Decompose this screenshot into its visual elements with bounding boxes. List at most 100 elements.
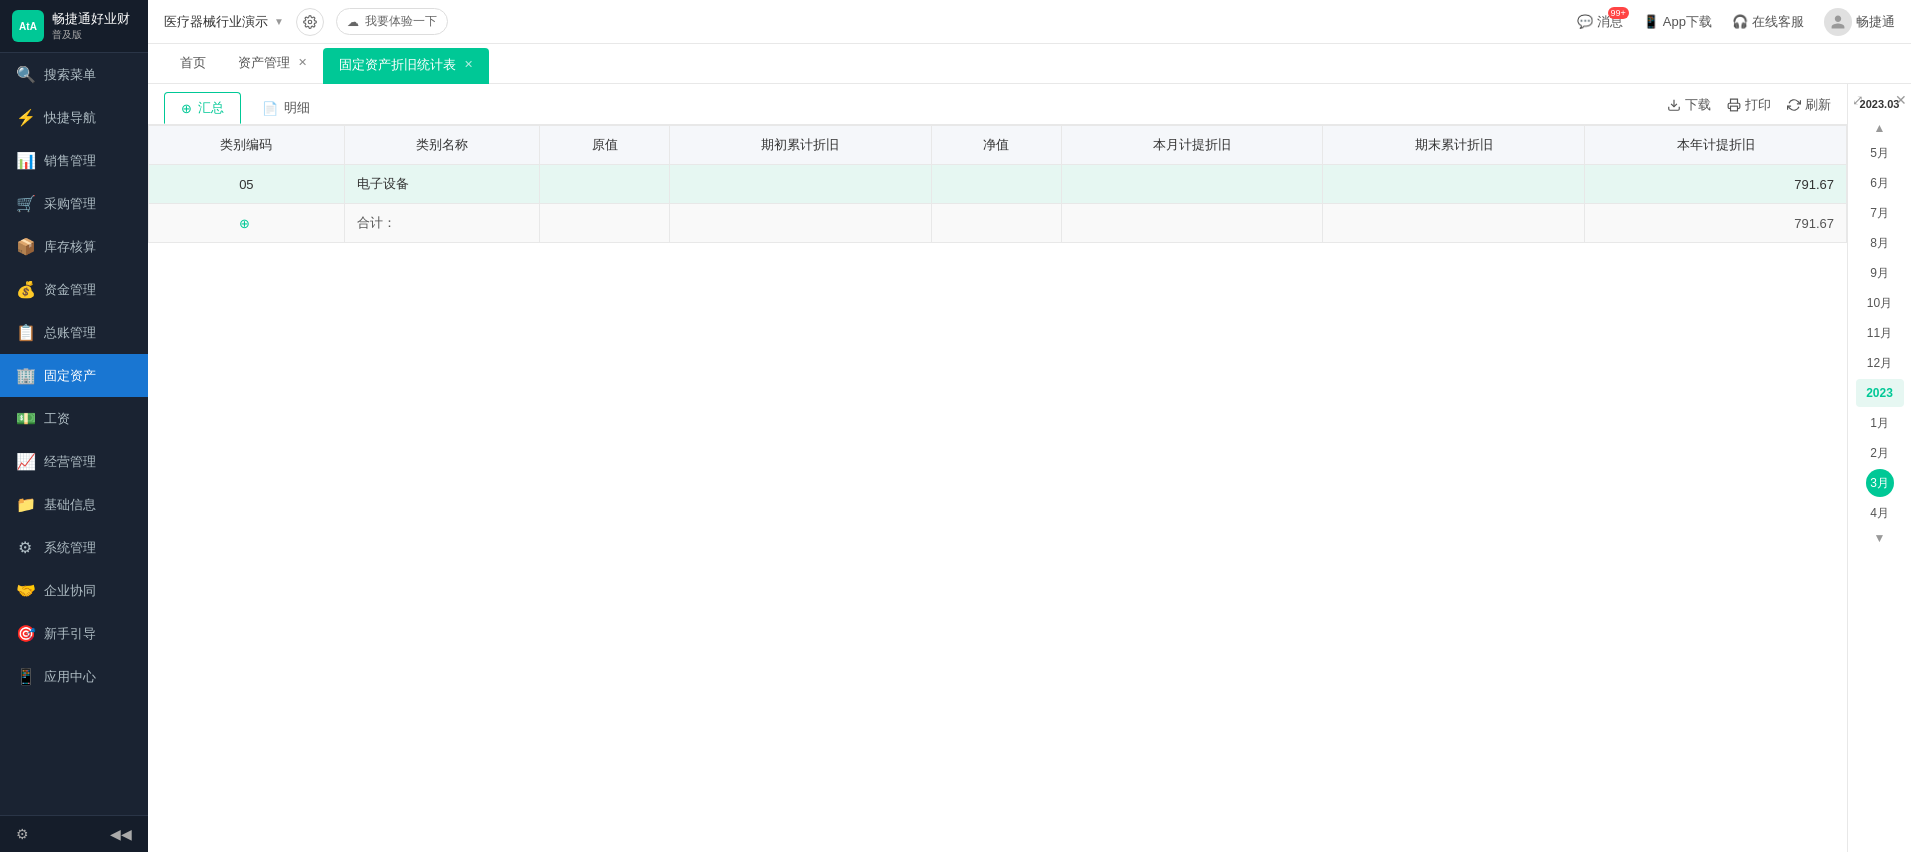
cell-original-value bbox=[540, 165, 670, 204]
tab-asset-manage[interactable]: 资产管理 ✕ bbox=[222, 44, 323, 84]
tab-depreciation-label: 固定资产折旧统计表 bbox=[339, 56, 456, 74]
sidebar-item-search[interactable]: 🔍 搜索菜单 bbox=[0, 53, 148, 96]
sidebar-item-sales[interactable]: 📊 销售管理 bbox=[0, 139, 148, 182]
total-annual-depr: 791.67 bbox=[1585, 204, 1847, 243]
topbar-right: 💬 消息 99+ 📱 App下载 🎧 在线客服 畅捷通 bbox=[1577, 8, 1895, 36]
sidebar-item-label: 总账管理 bbox=[44, 324, 96, 342]
appstore-icon: 📱 bbox=[16, 667, 34, 686]
page-content: ⊕ 汇总 📄 明细 下载 打印 bbox=[148, 84, 1911, 852]
sidebar-item-operations[interactable]: 📈 经营管理 bbox=[0, 440, 148, 483]
col-code: 类别编码 bbox=[149, 126, 345, 165]
calendar-nav-down[interactable]: ▼ bbox=[1870, 528, 1890, 548]
sidebar-logo: AtA 畅捷通好业财 普及版 bbox=[0, 0, 148, 53]
sidebar-item-label: 新手引导 bbox=[44, 625, 96, 643]
sidebar-item-inventory[interactable]: 📦 库存核算 bbox=[0, 225, 148, 268]
topbar-settings-button[interactable] bbox=[296, 8, 324, 36]
calendar-nav-up[interactable]: ▲ bbox=[1870, 118, 1890, 138]
sidebar-item-label: 基础信息 bbox=[44, 496, 96, 514]
customer-service-label: 在线客服 bbox=[1752, 13, 1804, 31]
subtab-summary-label: 汇总 bbox=[198, 99, 224, 117]
cal-month-7[interactable]: 7月 bbox=[1856, 199, 1904, 227]
col-annual-depr: 本年计提折旧 bbox=[1585, 126, 1847, 165]
cal-month-3-active[interactable]: 3月 bbox=[1866, 469, 1894, 497]
cloud-icon: ☁ bbox=[347, 15, 359, 29]
topbar: 医疗器械行业演示 ▼ ☁ 我要体验一下 💬 消息 99+ 📱 App下载 bbox=[148, 0, 1911, 44]
total-label-cell: ⊕ bbox=[149, 204, 345, 243]
tab-depreciation-close[interactable]: ✕ bbox=[464, 58, 473, 71]
sidebar-item-fixed-assets[interactable]: 🏢 固定资产 bbox=[0, 354, 148, 397]
sidebar-item-label: 工资 bbox=[44, 410, 70, 428]
col-net-value: 净值 bbox=[931, 126, 1061, 165]
sidebar-item-ledger[interactable]: 📋 总账管理 bbox=[0, 311, 148, 354]
sidebar-item-label: 搜索菜单 bbox=[44, 66, 96, 84]
tab-asset-manage-close[interactable]: ✕ bbox=[298, 56, 307, 69]
sidebar-item-basic[interactable]: 📁 基础信息 bbox=[0, 483, 148, 526]
cal-month-10[interactable]: 10月 bbox=[1856, 289, 1904, 317]
folder-icon: 📁 bbox=[16, 495, 34, 514]
sidebar-item-quicknav[interactable]: ⚡ 快捷导航 bbox=[0, 96, 148, 139]
svg-rect-2 bbox=[1731, 106, 1738, 111]
tab-home[interactable]: 首页 bbox=[164, 44, 222, 84]
topbar-left: 医疗器械行业演示 ▼ ☁ 我要体验一下 bbox=[164, 8, 448, 36]
sidebar-item-label: 经营管理 bbox=[44, 453, 96, 471]
subtab-summary[interactable]: ⊕ 汇总 bbox=[164, 92, 241, 124]
sidebar-item-label: 系统管理 bbox=[44, 539, 96, 557]
refresh-button[interactable]: 刷新 bbox=[1787, 96, 1831, 114]
cal-month-6[interactable]: 6月 bbox=[1856, 169, 1904, 197]
cal-month-9[interactable]: 9月 bbox=[1856, 259, 1904, 287]
calendar-panel: ⤢ 2023.03 ✕ ▲ 5月 6月 7月 8月 9月 10月 11月 12月… bbox=[1847, 84, 1911, 852]
company-selector[interactable]: 医疗器械行业演示 ▼ bbox=[164, 13, 284, 31]
payroll-icon: 💵 bbox=[16, 409, 34, 428]
cell-annual-depr: 791.67 bbox=[1585, 165, 1847, 204]
total-ending-accum-depr bbox=[1323, 204, 1585, 243]
subtab-detail-icon: 📄 bbox=[262, 101, 278, 116]
messages-button[interactable]: 💬 消息 99+ bbox=[1577, 13, 1623, 31]
app-download-button[interactable]: 📱 App下载 bbox=[1643, 13, 1712, 31]
calendar-expand-icon[interactable]: ⤢ bbox=[1852, 92, 1864, 108]
print-button[interactable]: 打印 bbox=[1727, 96, 1771, 114]
sidebar-item-purchase[interactable]: 🛒 采购管理 bbox=[0, 182, 148, 225]
sidebar-item-label: 快捷导航 bbox=[44, 109, 96, 127]
cal-month-2[interactable]: 2月 bbox=[1856, 439, 1904, 467]
total-original-value bbox=[540, 204, 670, 243]
cal-month-1[interactable]: 1月 bbox=[1856, 409, 1904, 437]
sidebar-item-collab[interactable]: 🤝 企业协同 bbox=[0, 569, 148, 612]
print-label: 打印 bbox=[1745, 96, 1771, 114]
cal-month-11[interactable]: 11月 bbox=[1856, 319, 1904, 347]
sidebar-item-payroll[interactable]: 💵 工资 bbox=[0, 397, 148, 440]
tab-asset-manage-label: 资产管理 bbox=[238, 54, 290, 72]
app-download-label: App下载 bbox=[1663, 13, 1712, 31]
cal-month-4[interactable]: 4月 bbox=[1856, 499, 1904, 527]
customer-service-button[interactable]: 🎧 在线客服 bbox=[1732, 13, 1804, 31]
try-experience-button[interactable]: ☁ 我要体验一下 bbox=[336, 8, 448, 35]
cal-year-label[interactable]: 2023 bbox=[1856, 379, 1904, 407]
building-icon: 🏢 bbox=[16, 366, 34, 385]
ledger-icon: 📋 bbox=[16, 323, 34, 342]
cal-month-5[interactable]: 5月 bbox=[1856, 139, 1904, 167]
calendar-close-icon[interactable]: ✕ bbox=[1895, 92, 1907, 108]
collapse-icon[interactable]: ◀◀ bbox=[110, 826, 132, 842]
sidebar-item-system[interactable]: ⚙ 系统管理 bbox=[0, 526, 148, 569]
sidebar-item-label: 固定资产 bbox=[44, 367, 96, 385]
tab-depreciation[interactable]: 固定资产折旧统计表 ✕ bbox=[323, 48, 489, 84]
sidebar-item-label: 企业协同 bbox=[44, 582, 96, 600]
total-label: 合计： bbox=[344, 204, 540, 243]
user-profile-button[interactable]: 畅捷通 bbox=[1824, 8, 1895, 36]
sidebar-item-finance[interactable]: 💰 资金管理 bbox=[0, 268, 148, 311]
col-ending-accum-depr: 期末累计折旧 bbox=[1323, 126, 1585, 165]
subtab-detail[interactable]: 📄 明细 bbox=[245, 92, 327, 124]
table-row[interactable]: 05 电子设备 791.67 bbox=[149, 165, 1847, 204]
subtab-bar: ⊕ 汇总 📄 明细 下载 打印 bbox=[148, 84, 1847, 125]
total-monthly-depr bbox=[1061, 204, 1323, 243]
cal-month-8[interactable]: 8月 bbox=[1856, 229, 1904, 257]
sidebar: AtA 畅捷通好业财 普及版 🔍 搜索菜单 ⚡ 快捷导航 📊 销售管理 🛒 采购… bbox=[0, 0, 148, 852]
collab-icon: 🤝 bbox=[16, 581, 34, 600]
download-button[interactable]: 下载 bbox=[1667, 96, 1711, 114]
cal-month-12[interactable]: 12月 bbox=[1856, 349, 1904, 377]
total-net-value bbox=[931, 204, 1061, 243]
settings-bottom-icon[interactable]: ⚙ bbox=[16, 826, 29, 842]
sidebar-item-guide[interactable]: 🎯 新手引导 bbox=[0, 612, 148, 655]
sidebar-item-appstore[interactable]: 📱 应用中心 bbox=[0, 655, 148, 698]
subtab-summary-icon: ⊕ bbox=[181, 101, 192, 116]
depreciation-table-container: 类别编码 类别名称 原值 期初累计折旧 净值 本月计提折旧 期末累计折旧 本年计… bbox=[148, 125, 1847, 852]
